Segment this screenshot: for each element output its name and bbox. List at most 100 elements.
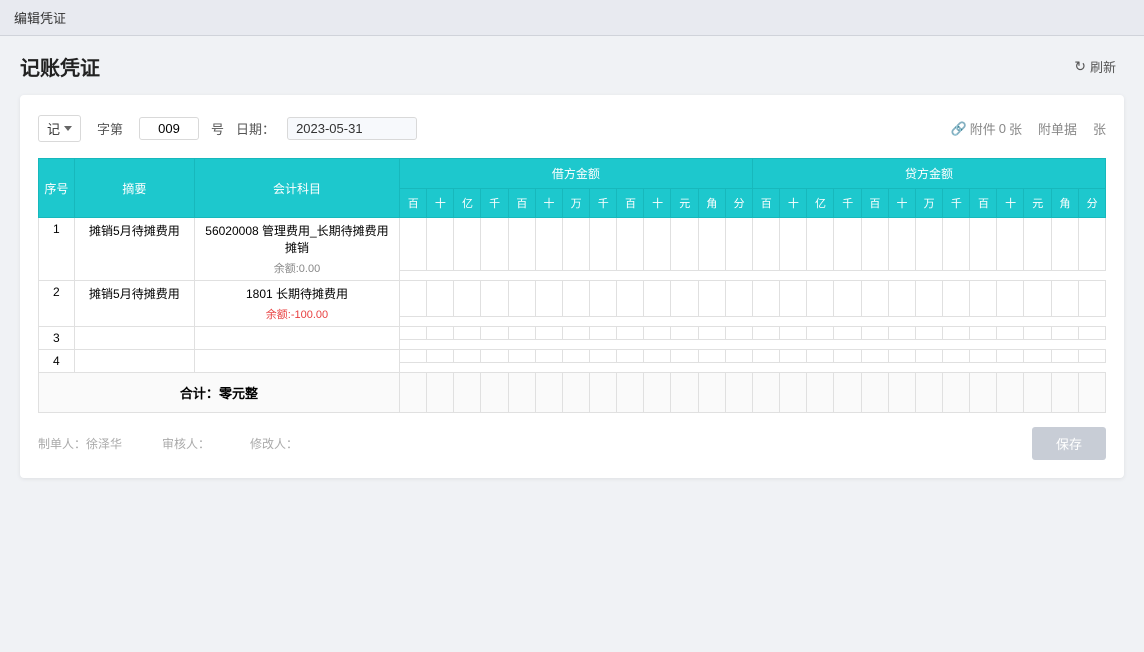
- debit-digit-2[interactable]: [427, 350, 454, 363]
- debit-digit-9[interactable]: [617, 327, 644, 340]
- credit-digit-12[interactable]: [1051, 350, 1078, 363]
- credit-digit-1[interactable]: [752, 350, 779, 363]
- table-row[interactable]: 4: [39, 350, 1106, 363]
- debit-digit-7[interactable]: [562, 327, 589, 340]
- credit-digit-2[interactable]: [780, 327, 807, 340]
- account-cell[interactable]: 56020008 管理费用_长期待摊费用摊销余额:0.00: [195, 218, 400, 281]
- debit-digit-4[interactable]: [481, 327, 508, 340]
- debit-digit-10[interactable]: [644, 218, 671, 271]
- debit-digit-4[interactable]: [481, 350, 508, 363]
- credit-digit-5[interactable]: [861, 350, 888, 363]
- summary-cell[interactable]: 摊销5月待摊费用: [74, 281, 194, 327]
- debit-digit-12[interactable]: [698, 327, 725, 340]
- credit-digit-8[interactable]: [943, 218, 970, 271]
- debit-digit-6[interactable]: [535, 281, 562, 317]
- debit-digit-7[interactable]: [562, 218, 589, 271]
- debit-digit-6[interactable]: [535, 327, 562, 340]
- debit-digit-11[interactable]: [671, 281, 698, 317]
- credit-digit-7[interactable]: [915, 281, 942, 317]
- debit-digit-10[interactable]: [644, 327, 671, 340]
- debit-digit-3[interactable]: [454, 350, 481, 363]
- debit-digit-1[interactable]: [399, 281, 426, 317]
- debit-digit-9[interactable]: [617, 281, 644, 317]
- debit-digit-9[interactable]: [617, 350, 644, 363]
- debit-digit-12[interactable]: [698, 350, 725, 363]
- debit-digit-5[interactable]: [508, 350, 535, 363]
- credit-digit-1[interactable]: [752, 281, 779, 317]
- date-input[interactable]: [287, 117, 417, 140]
- credit-digit-13[interactable]: [1078, 218, 1105, 271]
- debit-digit-5[interactable]: [508, 218, 535, 271]
- table-row[interactable]: 1摊销5月待摊费用56020008 管理费用_长期待摊费用摊销余额:0.00: [39, 218, 1106, 271]
- credit-digit-6[interactable]: [888, 281, 915, 317]
- account-cell[interactable]: [195, 327, 400, 350]
- credit-digit-10[interactable]: [997, 327, 1024, 340]
- account-cell[interactable]: 1801 长期待摊费用余额:-100.00: [195, 281, 400, 327]
- debit-digit-1[interactable]: [399, 350, 426, 363]
- credit-digit-3[interactable]: [807, 327, 834, 340]
- debit-digit-4[interactable]: [481, 218, 508, 271]
- save-button[interactable]: 保存: [1032, 427, 1106, 460]
- credit-digit-13[interactable]: [1078, 281, 1105, 317]
- summary-cell[interactable]: 摊销5月待摊费用: [74, 218, 194, 281]
- credit-digit-4[interactable]: [834, 350, 861, 363]
- credit-digit-4[interactable]: [834, 281, 861, 317]
- debit-digit-9[interactable]: [617, 218, 644, 271]
- debit-digit-13[interactable]: [725, 327, 752, 340]
- debit-digit-10[interactable]: [644, 281, 671, 317]
- summary-cell[interactable]: [74, 350, 194, 373]
- credit-digit-7[interactable]: [915, 218, 942, 271]
- credit-digit-7[interactable]: [915, 350, 942, 363]
- credit-digit-6[interactable]: [888, 350, 915, 363]
- credit-digit-5[interactable]: [861, 281, 888, 317]
- debit-digit-5[interactable]: [508, 327, 535, 340]
- debit-digit-3[interactable]: [454, 281, 481, 317]
- debit-digit-8[interactable]: [589, 350, 616, 363]
- credit-digit-8[interactable]: [943, 281, 970, 317]
- credit-digit-4[interactable]: [834, 327, 861, 340]
- debit-digit-2[interactable]: [427, 281, 454, 317]
- credit-digit-6[interactable]: [888, 218, 915, 271]
- debit-digit-2[interactable]: [427, 327, 454, 340]
- debit-digit-7[interactable]: [562, 350, 589, 363]
- debit-digit-13[interactable]: [725, 281, 752, 317]
- credit-digit-3[interactable]: [807, 281, 834, 317]
- credit-digit-7[interactable]: [915, 327, 942, 340]
- credit-digit-9[interactable]: [970, 327, 997, 340]
- credit-digit-8[interactable]: [943, 350, 970, 363]
- debit-digit-8[interactable]: [589, 327, 616, 340]
- debit-digit-2[interactable]: [427, 218, 454, 271]
- debit-digit-3[interactable]: [454, 218, 481, 271]
- credit-digit-11[interactable]: [1024, 350, 1051, 363]
- credit-digit-2[interactable]: [780, 218, 807, 271]
- credit-digit-10[interactable]: [997, 350, 1024, 363]
- credit-digit-6[interactable]: [888, 327, 915, 340]
- debit-digit-6[interactable]: [535, 218, 562, 271]
- debit-digit-3[interactable]: [454, 327, 481, 340]
- credit-digit-9[interactable]: [970, 350, 997, 363]
- credit-digit-11[interactable]: [1024, 327, 1051, 340]
- credit-digit-12[interactable]: [1051, 218, 1078, 271]
- table-row[interactable]: 2摊销5月待摊费用1801 长期待摊费用余额:-100.00: [39, 281, 1106, 317]
- credit-digit-11[interactable]: [1024, 218, 1051, 271]
- credit-digit-3[interactable]: [807, 350, 834, 363]
- credit-digit-12[interactable]: [1051, 327, 1078, 340]
- debit-digit-8[interactable]: [589, 281, 616, 317]
- credit-digit-13[interactable]: [1078, 350, 1105, 363]
- credit-digit-5[interactable]: [861, 327, 888, 340]
- credit-digit-13[interactable]: [1078, 327, 1105, 340]
- debit-digit-8[interactable]: [589, 218, 616, 271]
- debit-digit-6[interactable]: [535, 350, 562, 363]
- voucher-type-dropdown[interactable]: 记: [38, 115, 81, 142]
- credit-digit-5[interactable]: [861, 218, 888, 271]
- summary-cell[interactable]: [74, 327, 194, 350]
- credit-digit-3[interactable]: [807, 218, 834, 271]
- attachment-link[interactable]: 🔗 附件 0 张: [951, 119, 1022, 138]
- debit-digit-13[interactable]: [725, 350, 752, 363]
- credit-digit-10[interactable]: [997, 218, 1024, 271]
- credit-digit-10[interactable]: [997, 281, 1024, 317]
- refresh-button[interactable]: ↻ 刷新: [1066, 53, 1124, 80]
- debit-digit-7[interactable]: [562, 281, 589, 317]
- credit-digit-12[interactable]: [1051, 281, 1078, 317]
- credit-digit-2[interactable]: [780, 350, 807, 363]
